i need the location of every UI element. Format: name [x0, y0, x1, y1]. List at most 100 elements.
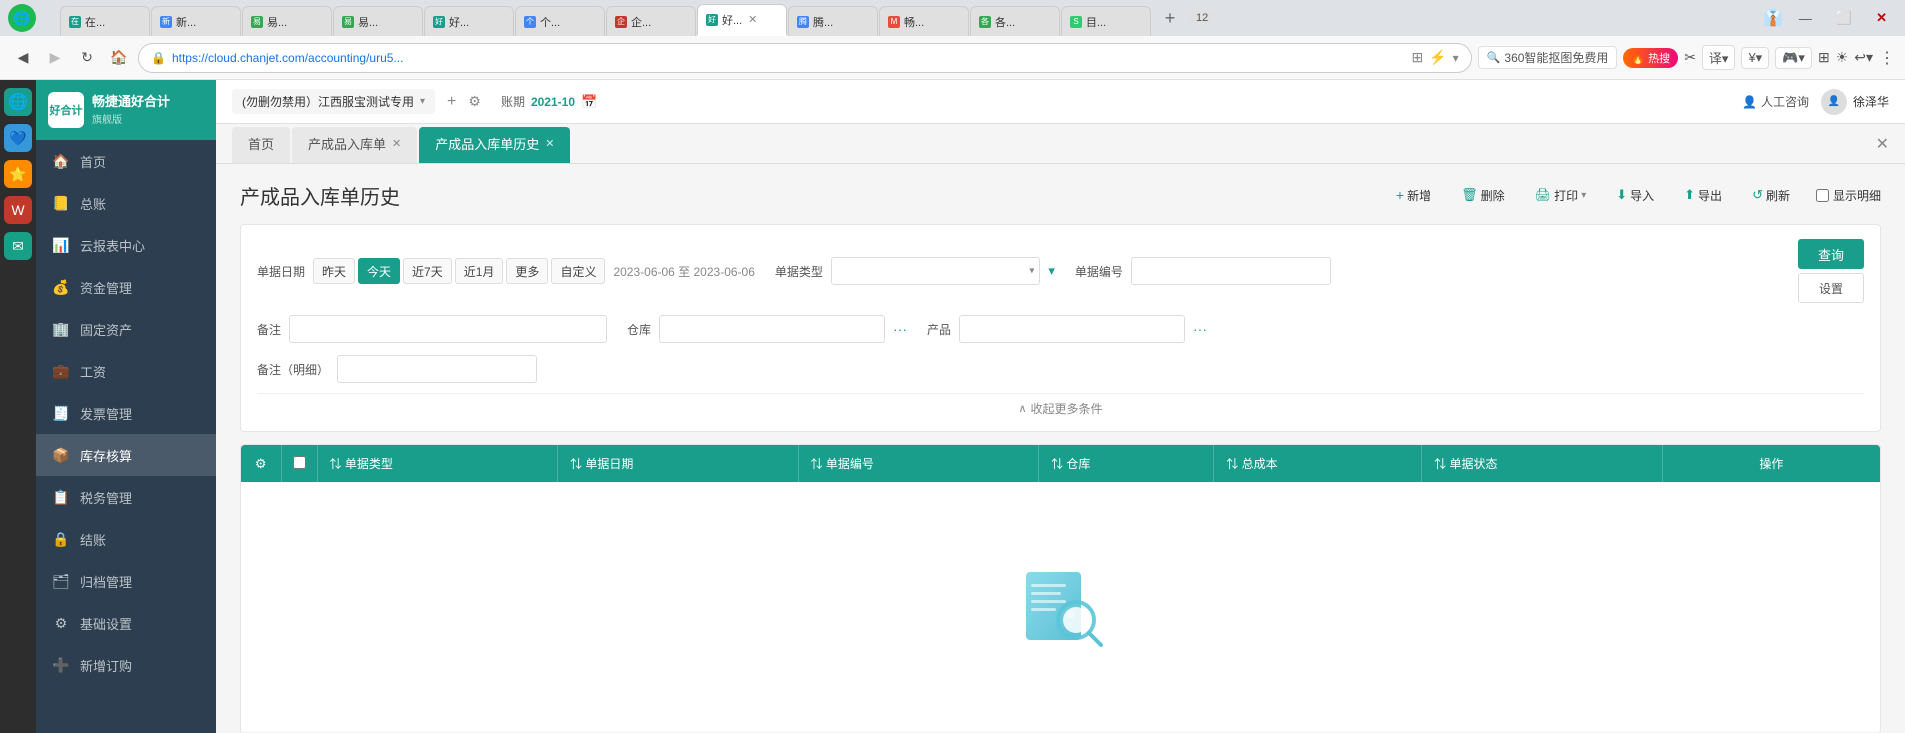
product-input[interactable] [959, 315, 1185, 343]
show-cols-checkbox[interactable] [1816, 189, 1829, 202]
tab-ge[interactable]: 个 个... [515, 6, 605, 36]
tab-zairu[interactable]: 在 在... [60, 6, 150, 36]
nav-item-fund[interactable]: 💰 资金管理 [36, 266, 216, 308]
total-cost-col[interactable]: ⇅ 总成本 [1214, 445, 1422, 482]
new-button[interactable]: + 新增 [1384, 180, 1443, 210]
detail-note-input[interactable] [337, 355, 537, 383]
print-icon: 🖨 [1535, 187, 1552, 203]
tab-active[interactable]: 好 好... ✕ [697, 4, 787, 36]
warehouse-dots[interactable]: ··· [893, 321, 907, 337]
note-input[interactable] [289, 315, 607, 343]
panel-close-button[interactable]: ✕ [1876, 134, 1889, 154]
import-button[interactable]: ⬇ 导入 [1604, 180, 1666, 210]
tab-hao1[interactable]: 好 好... [424, 6, 514, 36]
nav-item-ledger[interactable]: 📒 总账 [36, 182, 216, 224]
nav-item-closing[interactable]: 🔒 结账 [36, 518, 216, 560]
nav-item-invoice[interactable]: 🧾 发票管理 [36, 392, 216, 434]
ai-consult-button[interactable]: 👤 人工咨询 [1742, 93, 1809, 110]
app-icon-main[interactable]: 🌐 [4, 88, 32, 116]
show-cols-toggle[interactable]: 显示明细 [1816, 187, 1881, 204]
app-icon-teal[interactable]: ✉ [4, 232, 32, 260]
game-icon[interactable]: 🎮▾ [1775, 47, 1812, 69]
number-input[interactable] [1131, 257, 1331, 285]
nav-item-payroll[interactable]: 💼 工资 [36, 350, 216, 392]
forward-button[interactable]: ▶ [42, 45, 68, 71]
nav-item-settings[interactable]: ⚙ 基础设置 [36, 602, 216, 644]
warehouse-input[interactable] [659, 315, 885, 343]
back-button[interactable]: ◀ [10, 45, 36, 71]
app-icon-orange[interactable]: ⭐ [4, 160, 32, 188]
app-icon-yellow[interactable]: W [4, 196, 32, 224]
type-select[interactable] [831, 257, 1040, 285]
nav-item-home[interactable]: 🏠 首页 [36, 140, 216, 182]
more-icon[interactable]: ⋮ [1879, 48, 1895, 68]
yuan-icon[interactable]: ¥▾ [1741, 47, 1769, 69]
tab-ge2[interactable]: 各 各... [970, 6, 1060, 36]
apps-icon[interactable]: ⊞ [1818, 49, 1830, 66]
tab-yi2[interactable]: 易 易... [333, 6, 423, 36]
custom-date-btn[interactable]: 自定义 [551, 258, 605, 284]
page-tab-list[interactable]: 产成品入库单 ✕ [292, 127, 417, 163]
app-icon-blue[interactable]: 💙 [4, 124, 32, 152]
tab-mu[interactable]: S 目... [1061, 6, 1151, 36]
maximize-button[interactable]: ⬜ [1828, 8, 1860, 28]
checkbox-col[interactable] [281, 445, 317, 482]
close-history-tab-icon[interactable]: ✕ [545, 137, 554, 150]
nav-item-add-order[interactable]: ➕ 新增订购 [36, 644, 216, 686]
close-button[interactable]: ✕ [1868, 8, 1895, 28]
calendar-icon[interactable]: 📅 [581, 94, 597, 110]
nav-item-tax[interactable]: 📋 税务管理 [36, 476, 216, 518]
tab-chang[interactable]: M 畅... [879, 6, 969, 36]
minimize-button[interactable]: — [1791, 9, 1820, 28]
more-date-btn[interactable]: 更多 [506, 258, 548, 284]
nav-label-add-order: 新增订购 [80, 656, 200, 675]
tab-new[interactable]: 新 新... [151, 6, 241, 36]
today-btn[interactable]: 今天 [358, 258, 400, 284]
product-dots[interactable]: ··· [1193, 321, 1207, 337]
tab-yi1[interactable]: 易 易... [242, 6, 332, 36]
page-tab-home[interactable]: 首页 [232, 127, 290, 163]
nav-label-home: 首页 [80, 152, 200, 171]
collapse-filter-button[interactable]: ∧ 收起更多条件 [1018, 400, 1102, 417]
tab-qi[interactable]: 企 企... [606, 6, 696, 36]
dropdown-icon[interactable]: ▾ [1453, 51, 1459, 65]
select-all-checkbox[interactable] [293, 456, 306, 469]
export-button[interactable]: ⬆ 导出 [1672, 180, 1734, 210]
status-col[interactable]: ⇅ 单据状态 [1422, 445, 1663, 482]
last1m-btn[interactable]: 近1月 [455, 258, 504, 284]
translate-icon[interactable]: 译▾ [1702, 45, 1736, 70]
undo-icon[interactable]: ↩▾ [1854, 49, 1873, 66]
settings-col[interactable]: ⚙ [241, 445, 281, 482]
nav-item-cloud-report[interactable]: 📊 云报表中心 [36, 224, 216, 266]
company-selector[interactable]: (勿删勿禁用）江西服宝测试专用 ▾ [232, 89, 435, 114]
add-company-button[interactable]: + [447, 93, 456, 111]
refresh-button[interactable]: ↻ [74, 45, 100, 71]
user-avatar-area[interactable]: 👤 徐泽华 [1821, 89, 1889, 115]
date-col[interactable]: ⇅ 单据日期 [558, 445, 799, 482]
print-dropdown-icon: ▾ [1581, 190, 1586, 201]
home-button[interactable]: 🏠 [106, 45, 132, 71]
warehouse-col[interactable]: ⇅ 仓库 [1039, 445, 1214, 482]
nav-item-inventory[interactable]: 📦 库存核算 [36, 434, 216, 476]
number-col[interactable]: ⇅ 单据编号 [798, 445, 1039, 482]
hot-search-badge[interactable]: 🔥 热搜 [1623, 48, 1678, 68]
nav-item-archive[interactable]: 🗂 归档管理 [36, 560, 216, 602]
query-button[interactable]: 查询 [1798, 239, 1864, 269]
print-button[interactable]: 🖨 打印 ▾ [1523, 180, 1599, 210]
close-list-tab-icon[interactable]: ✕ [392, 137, 401, 150]
settings-icon[interactable]: ⚙ [468, 93, 481, 110]
settings-button[interactable]: 设置 [1798, 273, 1864, 303]
tab-teng[interactable]: 腾 腾... [788, 6, 878, 36]
scissors-icon[interactable]: ✂ [1684, 49, 1696, 66]
last7-btn[interactable]: 近7天 [403, 258, 452, 284]
tab-close-icon[interactable]: ✕ [746, 12, 759, 27]
brightness-icon[interactable]: ☀ [1836, 49, 1849, 66]
type-col[interactable]: ⇅ 单据类型 [317, 445, 558, 482]
url-bar[interactable]: 🔒 https://cloud.chanjet.com/accounting/u… [138, 43, 1472, 73]
page-tab-history[interactable]: 产成品入库单历史 ✕ [419, 127, 570, 163]
nav-item-fixed-assets[interactable]: 🏢 固定资产 [36, 308, 216, 350]
yesterday-btn[interactable]: 昨天 [313, 258, 355, 284]
delete-button[interactable]: 🗑 删除 [1449, 180, 1517, 210]
refresh-data-button[interactable]: ↺ 刷新 [1740, 180, 1802, 210]
new-tab-button[interactable]: + [1156, 4, 1184, 32]
